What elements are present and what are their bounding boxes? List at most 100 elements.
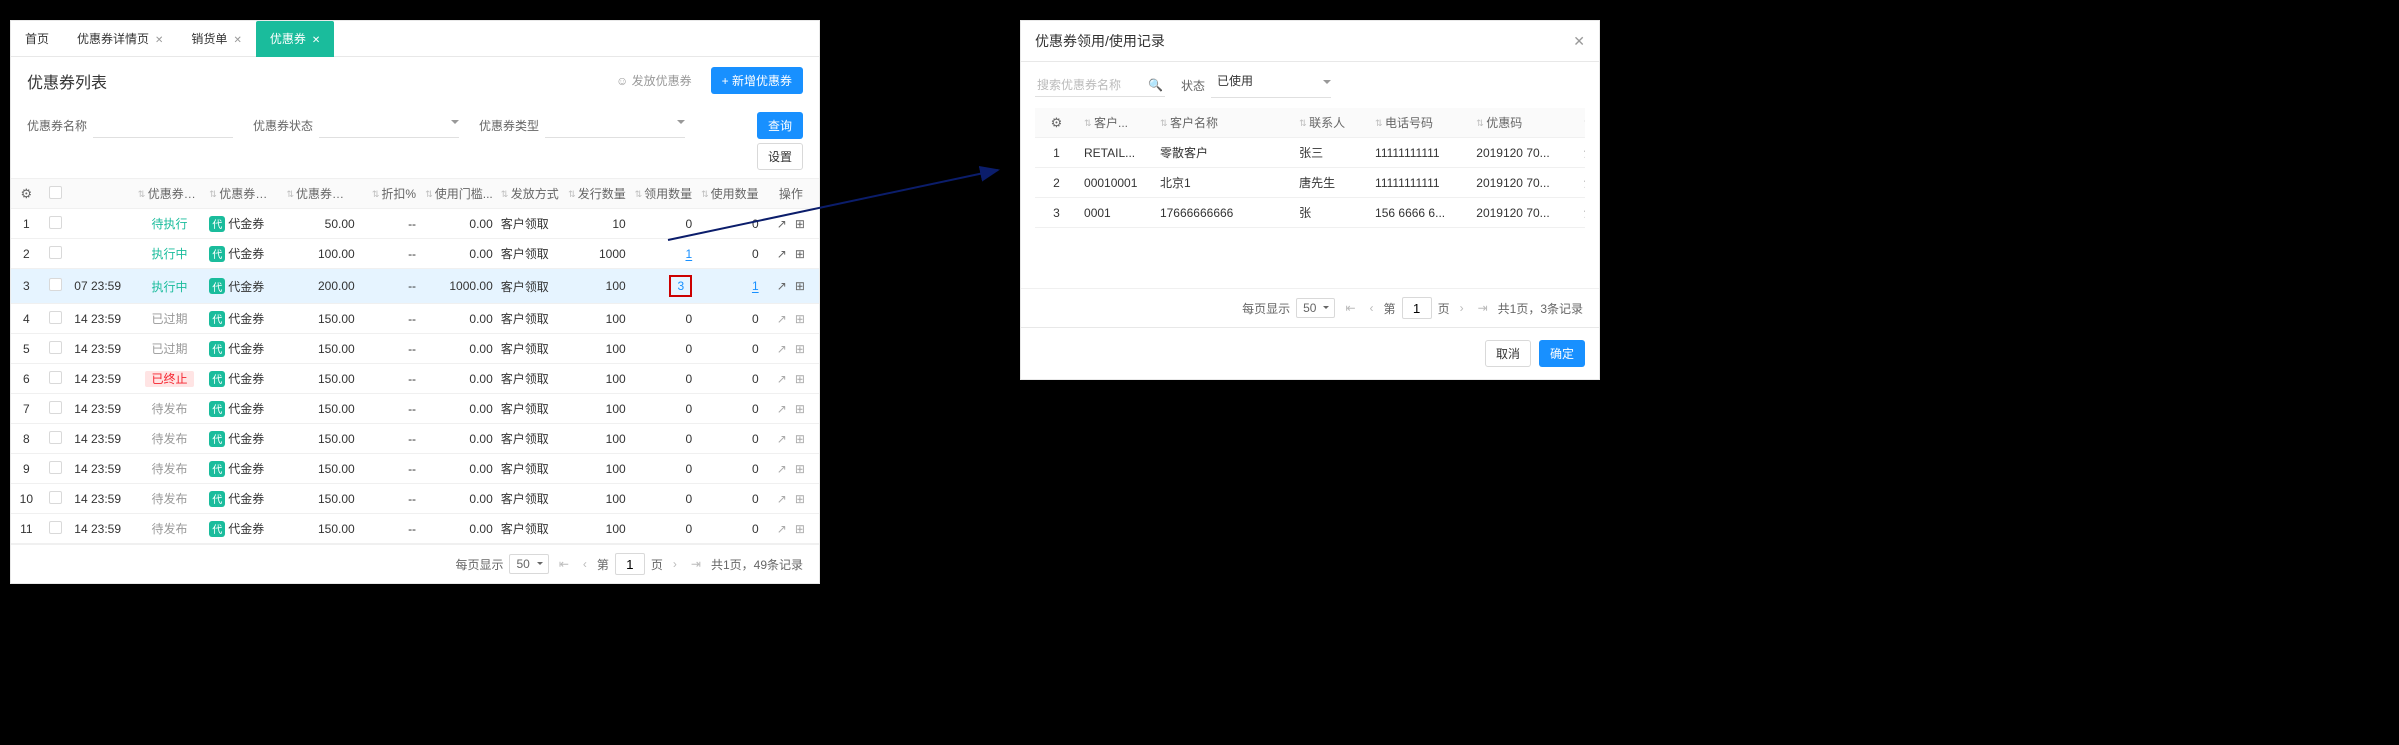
share-icon[interactable]: ↗: [777, 462, 787, 476]
row-checkbox[interactable]: [49, 341, 62, 354]
table-row[interactable]: 2 00010001 北京1 唐先生 11111111111 2019120 7…: [1035, 168, 1585, 198]
tab[interactable]: 优惠券详情页✕: [63, 21, 177, 57]
share-icon[interactable]: ↗: [777, 402, 787, 416]
per-page-select[interactable]: 50: [509, 554, 548, 574]
col-use[interactable]: ⇅使用数量: [696, 179, 762, 209]
issue-coupon-button[interactable]: ☺ 发放优惠券: [605, 67, 703, 94]
close-icon[interactable]: ✕: [312, 35, 320, 46]
table-row[interactable]: 10 14 23:59 待发布 代代金券 150.00 -- 0.00 客户领取…: [11, 484, 819, 514]
share-icon[interactable]: ↗: [777, 279, 787, 293]
table-row[interactable]: 1 待执行 代代金券 50.00 -- 0.00 客户领取 10 0 0 ↗⊞: [11, 209, 819, 239]
share-icon[interactable]: ↗: [777, 217, 787, 231]
close-icon[interactable]: ✕: [155, 35, 163, 46]
share-icon[interactable]: ↗: [777, 432, 787, 446]
qrcode-icon[interactable]: ⊞: [795, 492, 805, 506]
table-row[interactable]: 6 14 23:59 已终止 代代金券 150.00 -- 0.00 客户领取 …: [11, 364, 819, 394]
claim-count-link[interactable]: 1: [685, 247, 692, 261]
qrcode-icon[interactable]: ⊞: [795, 279, 805, 293]
table-row[interactable]: 9 14 23:59 待发布 代代金券 150.00 -- 0.00 客户领取 …: [11, 454, 819, 484]
col-method[interactable]: ⇅发放方式: [497, 179, 563, 209]
row-checkbox[interactable]: [49, 216, 62, 229]
table-row[interactable]: 3 07 23:59 执行中 代代金券 200.00 -- 1000.00 客户…: [11, 269, 819, 304]
mcol-phone[interactable]: ⇅电话号码: [1369, 108, 1470, 138]
close-icon[interactable]: ✕: [1573, 33, 1585, 50]
share-icon[interactable]: ↗: [777, 312, 787, 326]
modal-first-page[interactable]: ⇤: [1341, 301, 1359, 315]
modal-search[interactable]: 🔍: [1035, 74, 1165, 97]
qrcode-icon[interactable]: ⊞: [795, 312, 805, 326]
qrcode-icon[interactable]: ⊞: [795, 372, 805, 386]
table-scroll[interactable]: ⚙ ⇅优惠券状态 ⇅优惠券类型 ⇅优惠券面值 ⇅折扣% ⇅使用门槛... ⇅发放…: [11, 179, 819, 544]
mcol-cust-name[interactable]: ⇅客户名称: [1154, 108, 1293, 138]
share-icon[interactable]: ↗: [777, 522, 787, 536]
table-row[interactable]: 8 14 23:59 待发布 代代金券 150.00 -- 0.00 客户领取 …: [11, 424, 819, 454]
row-checkbox[interactable]: [49, 491, 62, 504]
mcol-subject[interactable]: ⇅优惠主题: [1578, 108, 1585, 138]
row-checkbox[interactable]: [49, 431, 62, 444]
row-checkbox[interactable]: [49, 246, 62, 259]
col-type[interactable]: ⇅优惠券类型: [205, 179, 282, 209]
gear-icon[interactable]: ⚙: [21, 186, 33, 202]
tab[interactable]: 销货单✕: [177, 21, 255, 57]
search-icon[interactable]: 🔍: [1148, 78, 1163, 92]
qrcode-icon[interactable]: ⊞: [795, 402, 805, 416]
next-page-button[interactable]: ›: [669, 557, 681, 571]
claim-count-link[interactable]: 3: [669, 275, 692, 297]
row-checkbox[interactable]: [49, 521, 62, 534]
qrcode-icon[interactable]: ⊞: [795, 432, 805, 446]
table-row[interactable]: 1 RETAIL... 零散客户 张三 11111111111 2019120 …: [1035, 138, 1585, 168]
col-discount[interactable]: ⇅折扣%: [359, 179, 420, 209]
settings-button[interactable]: 设置: [757, 143, 803, 170]
col-face[interactable]: ⇅优惠券面值: [282, 179, 359, 209]
share-icon[interactable]: ↗: [777, 372, 787, 386]
qrcode-icon[interactable]: ⊞: [795, 217, 805, 231]
modal-table-scroll[interactable]: ⚙ ⇅客户... ⇅客户名称 ⇅联系人 ⇅电话号码 ⇅优惠码 ⇅优惠主题 ⇅优惠…: [1035, 108, 1585, 228]
qrcode-icon[interactable]: ⊞: [795, 462, 805, 476]
qrcode-icon[interactable]: ⊞: [795, 522, 805, 536]
select-all-checkbox[interactable]: [49, 186, 62, 199]
modal-prev-page[interactable]: ‹: [1366, 301, 1378, 315]
modal-per-page-select[interactable]: 50: [1296, 298, 1335, 318]
mcol-cust-code[interactable]: ⇅客户...: [1078, 108, 1154, 138]
row-checkbox[interactable]: [49, 401, 62, 414]
qrcode-icon[interactable]: ⊞: [795, 342, 805, 356]
prev-page-button[interactable]: ‹: [579, 557, 591, 571]
modal-status-select[interactable]: 已使用: [1211, 72, 1331, 98]
row-checkbox[interactable]: [49, 461, 62, 474]
page-input[interactable]: [615, 553, 645, 575]
table-row[interactable]: 11 14 23:59 待发布 代代金券 150.00 -- 0.00 客户领取…: [11, 514, 819, 544]
confirm-button[interactable]: 确定: [1539, 340, 1585, 367]
table-row[interactable]: 4 14 23:59 已过期 代代金券 150.00 -- 0.00 客户领取 …: [11, 304, 819, 334]
last-page-button[interactable]: ⇥: [687, 557, 705, 571]
row-checkbox[interactable]: [49, 371, 62, 384]
modal-next-page[interactable]: ›: [1456, 301, 1468, 315]
tab[interactable]: 首页: [11, 21, 63, 57]
qrcode-icon[interactable]: ⊞: [795, 247, 805, 261]
filter-status-select[interactable]: [319, 112, 459, 138]
close-icon[interactable]: ✕: [233, 35, 241, 46]
table-row[interactable]: 3 0001 17666666666 张 156 6666 6... 20191…: [1035, 198, 1585, 228]
gear-icon[interactable]: ⚙: [1051, 115, 1063, 131]
mcol-code[interactable]: ⇅优惠码: [1470, 108, 1578, 138]
row-checkbox[interactable]: [49, 311, 62, 324]
tab[interactable]: 优惠券✕: [256, 21, 334, 57]
col-threshold[interactable]: ⇅使用门槛...: [420, 179, 497, 209]
col-claim[interactable]: ⇅领用数量: [630, 179, 696, 209]
row-checkbox[interactable]: [49, 278, 62, 291]
modal-page-input[interactable]: [1402, 297, 1432, 319]
col-issue[interactable]: ⇅发行数量: [563, 179, 629, 209]
share-icon[interactable]: ↗: [777, 247, 787, 261]
table-row[interactable]: 2 执行中 代代金券 100.00 -- 0.00 客户领取 1000 1 0 …: [11, 239, 819, 269]
first-page-button[interactable]: ⇤: [555, 557, 573, 571]
filter-name-input[interactable]: [93, 112, 233, 138]
cancel-button[interactable]: 取消: [1485, 340, 1531, 367]
modal-search-input[interactable]: [1035, 74, 1165, 96]
table-row[interactable]: 7 14 23:59 待发布 代代金券 150.00 -- 0.00 客户领取 …: [11, 394, 819, 424]
table-row[interactable]: 5 14 23:59 已过期 代代金券 150.00 -- 0.00 客户领取 …: [11, 334, 819, 364]
add-coupon-button[interactable]: + 新增优惠券: [711, 67, 803, 94]
share-icon[interactable]: ↗: [777, 492, 787, 506]
share-icon[interactable]: ↗: [777, 342, 787, 356]
col-status[interactable]: ⇅优惠券状态: [134, 179, 206, 209]
filter-type-select[interactable]: [545, 112, 685, 138]
use-count-link[interactable]: 1: [752, 279, 759, 293]
